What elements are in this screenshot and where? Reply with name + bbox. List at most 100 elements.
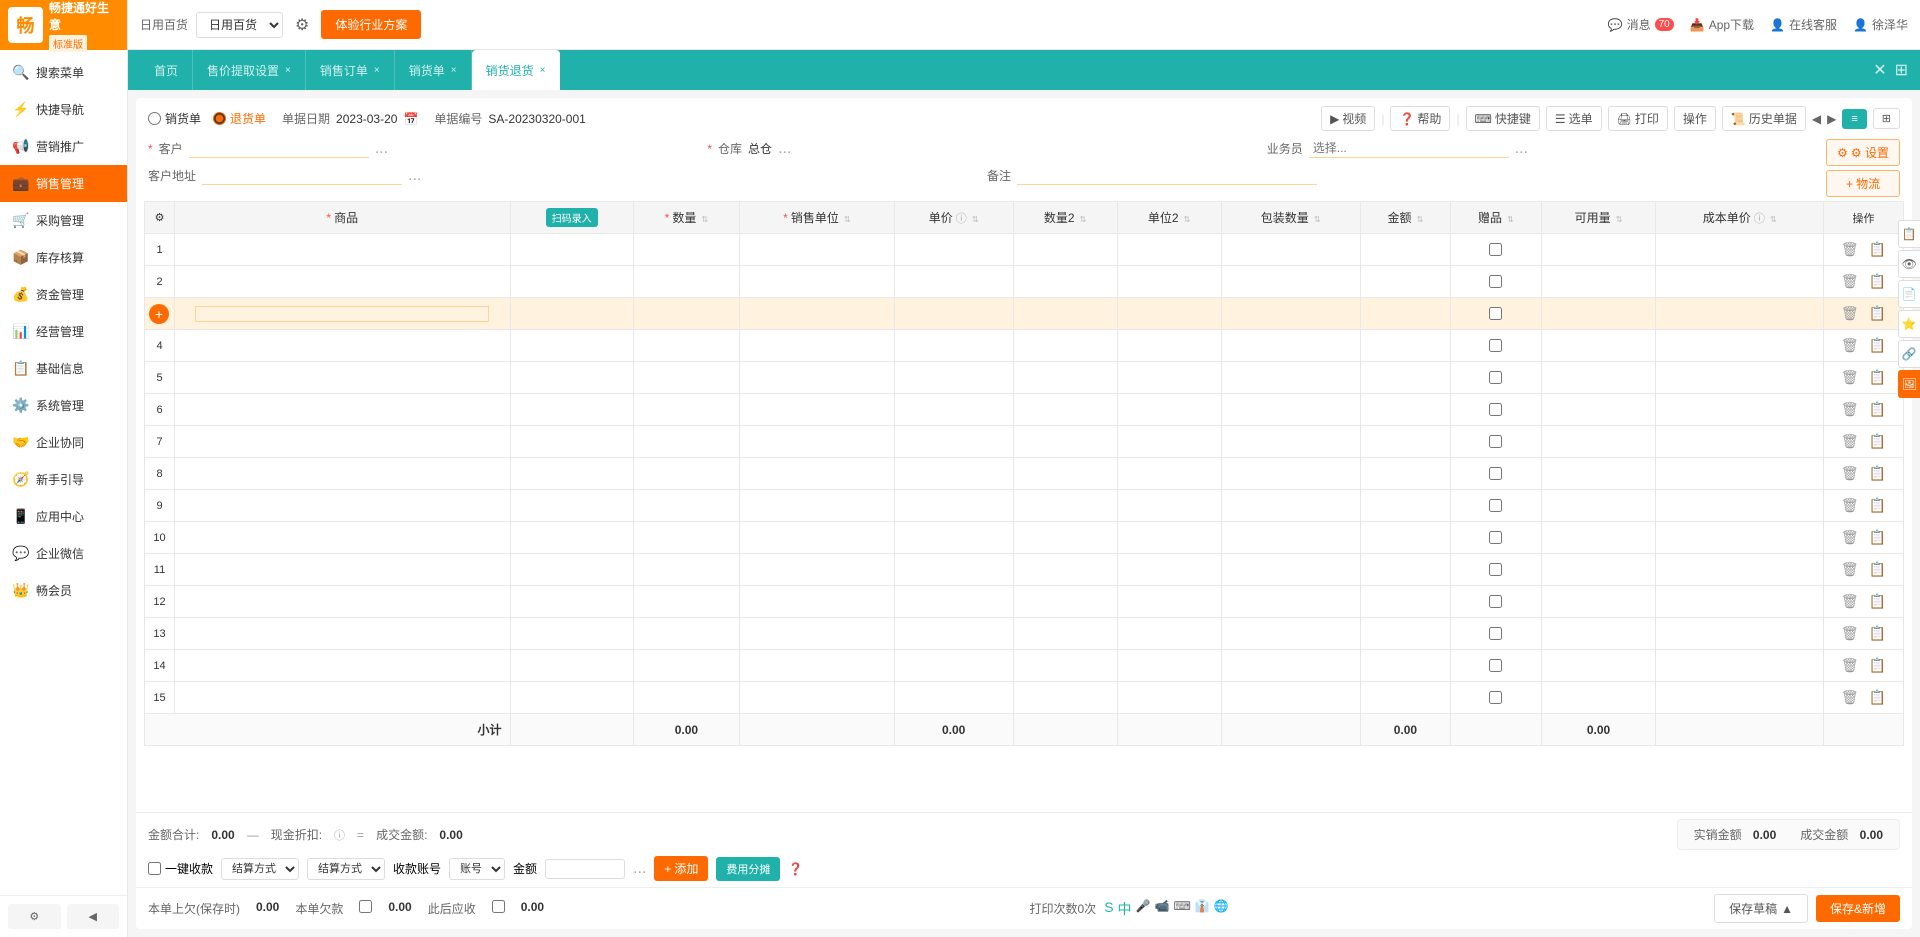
row7-delete-icon[interactable]: 🗑	[1838, 432, 1862, 451]
row2-copy-icon[interactable]: 📋	[1866, 272, 1889, 291]
messages-btn[interactable]: 💬 消息 70	[1608, 16, 1674, 33]
row10-delete-icon[interactable]: 🗑	[1838, 528, 1862, 547]
row6-copy-icon[interactable]: 📋	[1866, 400, 1889, 419]
view-list-btn[interactable]: ≡	[1842, 109, 1866, 129]
row3-unit[interactable]	[740, 298, 895, 330]
th-settings[interactable]: ⚙	[145, 202, 175, 234]
address-input[interactable]	[202, 166, 402, 185]
row15-gift-checkbox[interactable]	[1489, 691, 1502, 704]
sidebar-item-marketing[interactable]: 📢 营销推广	[0, 128, 127, 165]
row13-copy-icon[interactable]: 📋	[1866, 624, 1889, 643]
calc-method-select[interactable]: 结算方式	[221, 858, 299, 880]
remark-input[interactable]	[1017, 166, 1317, 185]
payment-dots[interactable]: ...	[633, 860, 646, 878]
edge-btn-1[interactable]: 📋	[1898, 220, 1920, 248]
industry-select[interactable]: 日用百货	[196, 12, 283, 38]
row2-gift-checkbox[interactable]	[1489, 275, 1502, 288]
row2-amount[interactable]	[1360, 266, 1451, 298]
row12-copy-icon[interactable]: 📋	[1866, 592, 1889, 611]
customer-input[interactable]	[189, 139, 369, 158]
fee-help-icon[interactable]: ❓	[788, 862, 803, 876]
sidebar-item-purchase[interactable]: 🛒 采购管理	[0, 202, 127, 239]
row2-unit2[interactable]	[1117, 266, 1221, 298]
row2-quantity[interactable]	[633, 266, 739, 298]
discount-info-icon[interactable]: ⓘ	[334, 827, 345, 843]
sidebar-item-sales[interactable]: 💼 销售管理	[0, 165, 127, 202]
row4-gift-checkbox[interactable]	[1489, 339, 1502, 352]
tab-sales-delivery[interactable]: 销货单 ×	[395, 50, 472, 90]
trial-button[interactable]: 体验行业方案	[321, 10, 421, 39]
row1-quantity[interactable]	[633, 234, 739, 266]
row2-price[interactable]	[894, 266, 1013, 298]
video-btn[interactable]: ▶ 视频	[1321, 106, 1375, 131]
row2-unit[interactable]	[740, 266, 895, 298]
logistics-btn[interactable]: + 物流	[1826, 170, 1900, 197]
help-btn[interactable]: ❓ 帮助	[1390, 106, 1450, 131]
history-btn[interactable]: 📜 历史单据	[1722, 106, 1806, 131]
row3-price[interactable]	[894, 298, 1013, 330]
row11-delete-icon[interactable]: 🗑	[1838, 560, 1862, 579]
tab-sales-order-close[interactable]: ×	[374, 65, 380, 76]
row3-available[interactable]	[1541, 298, 1656, 330]
sidebar-collapse-btn[interactable]: ◀	[67, 904, 120, 929]
sidebar-item-search[interactable]: 🔍 搜索菜单	[0, 54, 127, 91]
select-btn[interactable]: ☰ 选单	[1546, 106, 1602, 131]
unit-sort-icon[interactable]: ⇅	[844, 216, 851, 224]
row1-pkg[interactable]	[1221, 234, 1360, 266]
user-profile-btn[interactable]: 👤 徐泽华	[1853, 16, 1908, 33]
edge-btn-2[interactable]: 👁	[1898, 250, 1920, 278]
row8-gift-checkbox[interactable]	[1489, 467, 1502, 480]
cost-sort-icon[interactable]: ⇅	[1770, 216, 1777, 224]
sidebar-item-inventory[interactable]: 📦 库存核算	[0, 239, 127, 276]
radio-return[interactable]: 退货单	[213, 110, 266, 127]
row2-product[interactable]	[175, 266, 511, 298]
credit-checkbox[interactable]	[359, 900, 372, 917]
online-service-btn[interactable]: 👤 在线客服	[1770, 16, 1837, 33]
price-sort-icon[interactable]: ⇅	[972, 216, 979, 224]
save-new-button[interactable]: 保存&新增	[1816, 895, 1900, 922]
row3-quantity[interactable]	[633, 298, 739, 330]
row1-unit[interactable]	[740, 234, 895, 266]
sidebar-item-system[interactable]: ⚙️ 系统管理	[0, 387, 127, 424]
view-grid-btn[interactable]: ⊞	[1873, 108, 1900, 129]
nav-prev-icon[interactable]: ◀	[1812, 112, 1821, 126]
row14-gift-checkbox[interactable]	[1489, 659, 1502, 672]
row13-delete-icon[interactable]: 🗑	[1838, 624, 1862, 643]
row3-product[interactable]	[175, 298, 511, 330]
sidebar-settings-btn[interactable]: ⚙	[8, 904, 61, 929]
row3-gift[interactable]	[1451, 298, 1542, 330]
unit2-sort-icon[interactable]: ⇅	[1184, 216, 1191, 224]
radio-sales-input[interactable]	[148, 112, 161, 125]
gift-sort-icon[interactable]: ⇅	[1507, 216, 1514, 224]
salesperson-select-icon[interactable]: ...	[1515, 140, 1528, 158]
tab-maximize-icon[interactable]: ⊞	[1895, 60, 1908, 80]
row5-copy-icon[interactable]: 📋	[1866, 368, 1889, 387]
qty2-sort-icon[interactable]: ⇅	[1080, 216, 1087, 224]
cost-info-icon[interactable]: ⓘ	[1754, 213, 1765, 225]
sidebar-item-operations[interactable]: 📊 经营管理	[0, 313, 127, 350]
row3-copy-icon[interactable]: 📋	[1866, 304, 1889, 323]
pkg-sort-icon[interactable]: ⇅	[1314, 216, 1321, 224]
save-draft-button[interactable]: 保存草稿 ▲	[1714, 894, 1808, 923]
row10-copy-icon[interactable]: 📋	[1866, 528, 1889, 547]
row1-unit2[interactable]	[1117, 234, 1221, 266]
sidebar-item-member[interactable]: 👑 畅会员	[0, 572, 127, 609]
row14-delete-icon[interactable]: 🗑	[1838, 656, 1862, 675]
row13-gift-checkbox[interactable]	[1489, 627, 1502, 640]
row3-pkg[interactable]	[1221, 298, 1360, 330]
customer-select-icon[interactable]: ...	[375, 140, 388, 158]
tab-sales-return-close[interactable]: ×	[540, 65, 546, 76]
receivable-checkbox[interactable]	[492, 900, 505, 917]
row9-gift-checkbox[interactable]	[1489, 499, 1502, 512]
row1-amount[interactable]	[1360, 234, 1451, 266]
sidebar-item-wechat[interactable]: 💬 企业微信	[0, 535, 127, 572]
row7-gift-checkbox[interactable]	[1489, 435, 1502, 448]
sidebar-item-guide[interactable]: 🧭 新手引导	[0, 461, 127, 498]
row15-copy-icon[interactable]: 📋	[1866, 688, 1889, 707]
app-download-btn[interactable]: 📥 App下载	[1690, 16, 1754, 33]
row6-delete-icon[interactable]: 🗑	[1838, 400, 1862, 419]
settings-btn[interactable]: ⚙ ⚙ 设置	[1826, 139, 1900, 166]
row11-copy-icon[interactable]: 📋	[1866, 560, 1889, 579]
row15-delete-icon[interactable]: 🗑	[1838, 688, 1862, 707]
price-info-icon[interactable]: ⓘ	[956, 213, 967, 225]
